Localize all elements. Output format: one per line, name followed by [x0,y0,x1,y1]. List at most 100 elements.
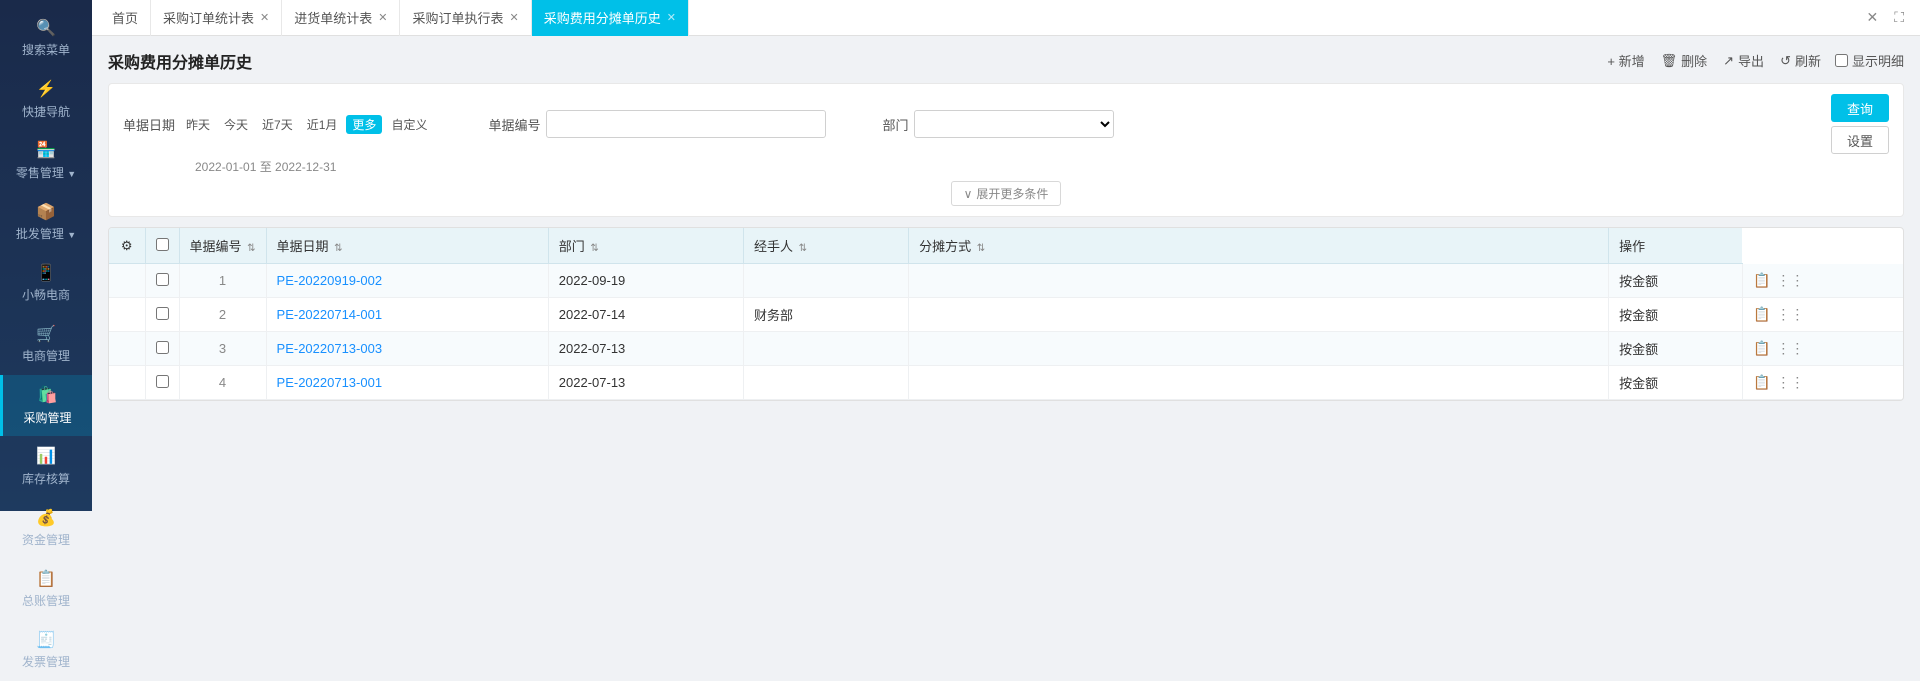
row-department [743,366,908,400]
row-doc-number[interactable]: PE-20220713-001 [266,366,548,400]
filter-actions: 查询 设置 [1831,94,1889,154]
tab-purchase-order-exec[interactable]: 采购订单执行表 ✕ [400,0,531,36]
row-edit-icon[interactable]: 📋 [1753,272,1770,289]
sidebar-item-wholesale[interactable]: 📦 批发管理 ▼ [0,192,92,253]
row-edit-icon[interactable]: 📋 [1753,374,1770,391]
row-actions: 📋 ⋮⋮ [1742,332,1903,366]
row-actions: 📋 ⋮⋮ [1742,264,1903,298]
sidebar-item-ecommerce[interactable]: 🛒 电商管理 [0,314,92,375]
sidebar-item-inventory[interactable]: 📊 库存核算 [0,436,92,497]
col-split-method[interactable]: 分摊方式 ⇅ [909,228,1609,264]
filter-settings-button[interactable]: 设置 [1831,126,1889,154]
tab-inbound-stats[interactable]: 进货单统计表 ✕ [282,0,400,36]
add-button[interactable]: + 新增 [1605,48,1646,73]
sidebar-item-quicknav[interactable]: ⚡ 快捷导航 [0,69,92,130]
doc-number-input[interactable] [546,110,826,138]
tab-bar: 首页 采购订单统计表 ✕ 进货单统计表 ✕ 采购订单执行表 ✕ 采购费用分摊单历… [92,0,1920,36]
row-more-icon[interactable]: ⋮⋮ [1776,306,1804,323]
row-doc-date: 2022-07-13 [548,366,743,400]
row-doc-date: 2022-09-19 [548,264,743,298]
page-header: 采购费用分摊单历史 + 新增 🗑 删除 ↗ 导出 ↺ 刷新 [108,48,1904,73]
sort-doc-date-icon: ⇅ [334,243,342,254]
row-checkbox[interactable] [156,307,169,320]
sort-department-icon: ⇅ [590,243,598,254]
row-split-method: 按金额 [1609,332,1743,366]
refresh-button[interactable]: ↺ 刷新 [1778,48,1823,73]
row-department: 财务部 [743,298,908,332]
col-doc-date[interactable]: 单据日期 ⇅ [266,228,548,264]
table-row: 4 PE-20220713-001 2022-07-13 按金额 📋 ⋮⋮ [109,366,1903,400]
filter-row: 单据日期 昨天 今天 近7天 近1月 更多 自定义 单据编号 [123,94,1889,154]
row-more-icon[interactable]: ⋮⋮ [1776,272,1804,289]
data-table: ⚙ 单据编号 ⇅ 单据日期 ⇅ 部门 [109,228,1903,400]
row-doc-number[interactable]: PE-20220713-003 [266,332,548,366]
export-button[interactable]: ↗ 导出 [1721,48,1766,73]
department-select[interactable] [914,110,1114,138]
tab-home[interactable]: 首页 [100,0,151,36]
table-row: 1 PE-20220919-002 2022-09-19 按金额 📋 ⋮⋮ [109,264,1903,298]
row-checkbox[interactable] [156,375,169,388]
filter-area: 单据日期 昨天 今天 近7天 近1月 更多 自定义 单据编号 [108,83,1904,217]
row-settings-cell [109,332,145,366]
row-actions: 📋 ⋮⋮ [1742,366,1903,400]
department-filter: 部门 [882,110,1114,138]
sidebar-item-mobile[interactable]: 📱 小畅电商 [0,253,92,314]
delete-icon: 🗑 [1661,53,1678,69]
row-edit-icon[interactable]: 📋 [1753,306,1770,323]
row-more-icon[interactable]: ⋮⋮ [1776,374,1804,391]
close-tab-purchase-order-exec[interactable]: ✕ [510,11,519,24]
date-btn-custom[interactable]: 自定义 [386,115,432,134]
table-header-row: ⚙ 单据编号 ⇅ 单据日期 ⇅ 部门 [109,228,1903,264]
col-handler[interactable]: 经手人 ⇅ [743,228,908,264]
table-row: 2 PE-20220714-001 2022-07-14 财务部 按金额 📋 ⋮… [109,298,1903,332]
tab-purchase-order-stats[interactable]: 采购订单统计表 ✕ [151,0,282,36]
date-btn-1month[interactable]: 近1月 [302,115,343,134]
date-btn-7days[interactable]: 近7天 [257,115,298,134]
close-tab-purchase-cost-history[interactable]: ✕ [667,11,676,24]
accounting-icon: 📋 [4,569,88,591]
tab-purchase-cost-history[interactable]: 采购费用分摊单历史 ✕ [532,0,689,36]
select-all-checkbox[interactable] [156,238,169,251]
close-window-icon[interactable]: ✕ [1862,7,1882,28]
close-tab-inbound-stats[interactable]: ✕ [378,11,387,24]
row-handler [909,332,1609,366]
sidebar-item-search[interactable]: 🔍 搜索菜单 [0,8,92,69]
sidebar-item-finance[interactable]: 💰 资金管理 [0,498,92,559]
date-quick-btns: 昨天 今天 近7天 近1月 更多 自定义 [181,115,432,134]
sidebar-item-accounting[interactable]: 📋 总账管理 [0,559,92,620]
maximize-icon[interactable]: ⛶ [1890,7,1908,28]
toolbar: + 新增 🗑 删除 ↗ 导出 ↺ 刷新 显示明细 [1605,48,1904,73]
col-department[interactable]: 部门 ⇅ [548,228,743,264]
show-columns-checkbox-label[interactable]: 显示明细 [1835,51,1904,70]
row-doc-number[interactable]: PE-20220919-002 [266,264,548,298]
sidebar-item-purchase[interactable]: 🛍️ 采购管理 [0,375,92,436]
col-checkbox [145,228,179,264]
row-doc-date: 2022-07-13 [548,332,743,366]
show-columns-checkbox[interactable] [1835,54,1848,67]
wholesale-expand-icon: ▼ [67,230,76,240]
row-doc-date: 2022-07-14 [548,298,743,332]
sidebar-item-retail[interactable]: 🏪 零售管理 ▼ [0,130,92,191]
row-doc-number[interactable]: PE-20220714-001 [266,298,548,332]
date-btn-more[interactable]: 更多 [346,115,382,134]
expand-icon: ∨ [964,187,973,201]
mobile-icon: 📱 [4,263,88,285]
row-checkbox[interactable] [156,341,169,354]
expand-conditions-button[interactable]: ∨ 展开更多条件 [951,181,1062,206]
col-doc-number[interactable]: 单据编号 ⇅ [179,228,266,264]
delete-button[interactable]: 🗑 删除 [1659,48,1710,73]
row-more-icon[interactable]: ⋮⋮ [1776,340,1804,357]
row-checkbox[interactable] [156,273,169,286]
row-handler [909,366,1609,400]
sidebar-item-invoice[interactable]: 🧾 发票管理 [0,620,92,681]
date-btn-today[interactable]: 今天 [219,115,253,134]
invoice-icon: 🧾 [4,630,88,652]
close-tab-purchase-order-stats[interactable]: ✕ [260,11,269,24]
col-settings[interactable]: ⚙ [109,228,145,264]
date-btn-yesterday[interactable]: 昨天 [181,115,215,134]
row-department [743,264,908,298]
row-edit-icon[interactable]: 📋 [1753,340,1770,357]
row-checkbox-cell [145,298,179,332]
query-button[interactable]: 查询 [1831,94,1889,122]
row-actions: 📋 ⋮⋮ [1742,298,1903,332]
